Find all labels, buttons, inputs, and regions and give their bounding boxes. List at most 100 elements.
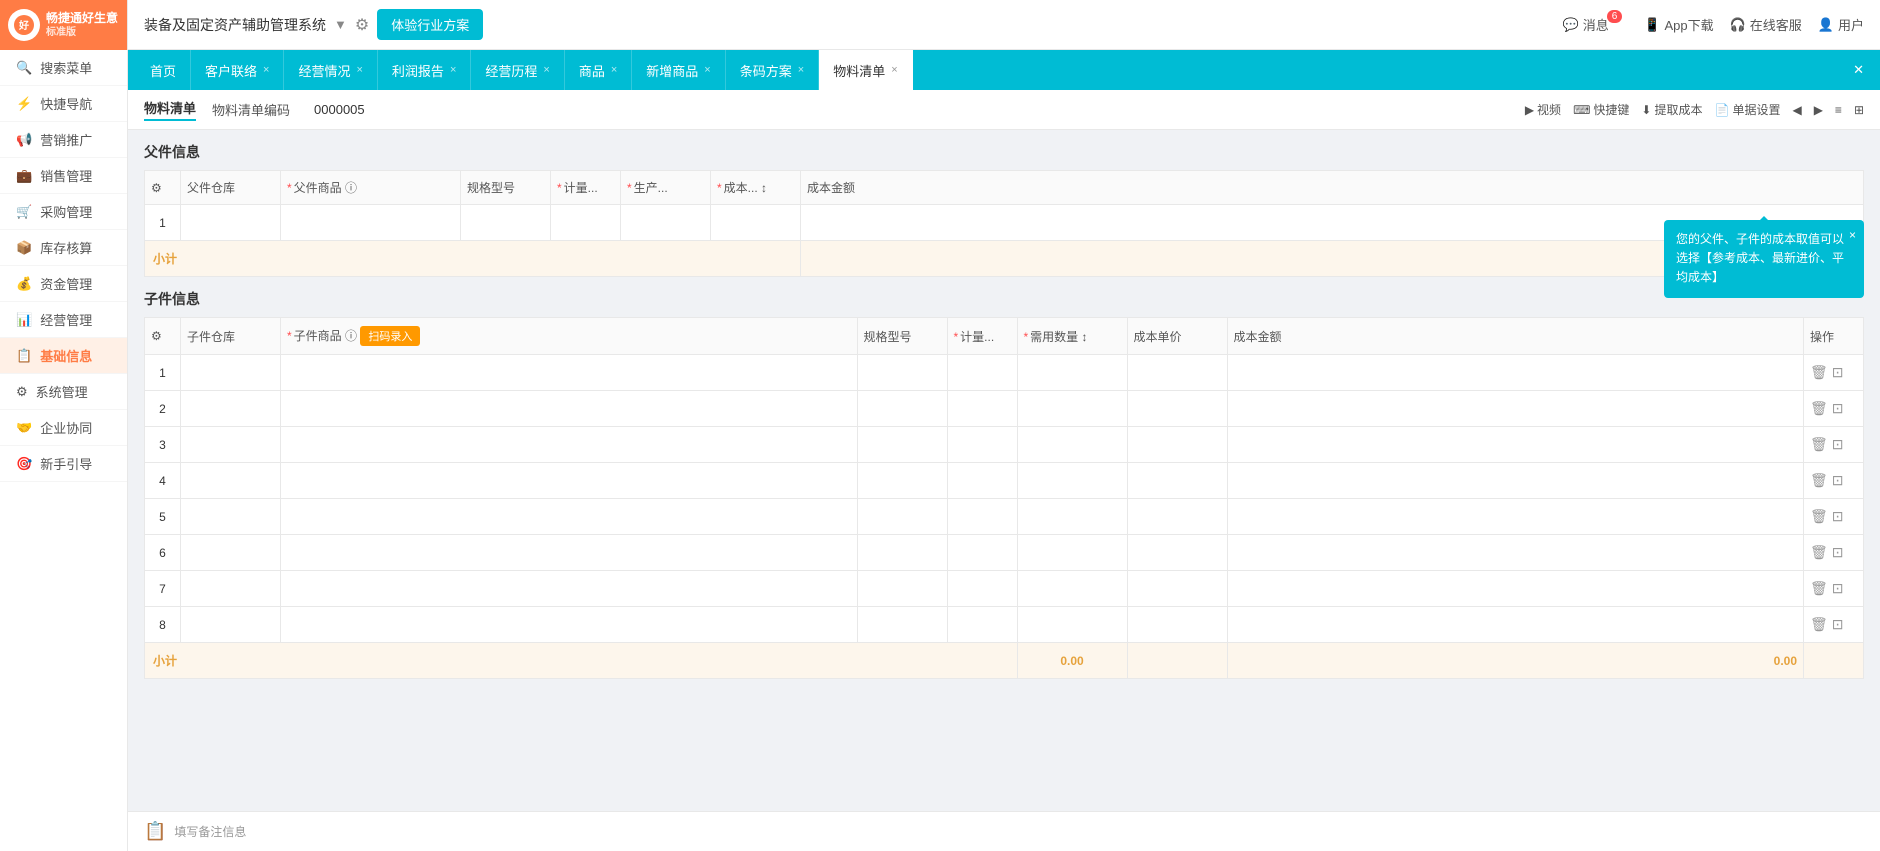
copy-icon-4[interactable]: ⊡ (1832, 472, 1844, 489)
child-qty-8[interactable] (1017, 607, 1127, 643)
child-warehouse-6[interactable] (181, 535, 281, 571)
child-unit-cost-3[interactable] (1127, 427, 1227, 463)
sidebar-item-marketing[interactable]: 📢 营销推广 (0, 122, 127, 158)
child-unit-4[interactable] (947, 463, 1017, 499)
child-qty-6[interactable] (1017, 535, 1127, 571)
child-unit-8[interactable] (947, 607, 1017, 643)
sidebar-item-sales[interactable]: 💼 销售管理 (0, 158, 127, 194)
child-unit-1[interactable] (947, 355, 1017, 391)
child-warehouse-7[interactable] (181, 571, 281, 607)
child-warehouse-1[interactable] (181, 355, 281, 391)
delete-icon-6[interactable]: 🗑 (1810, 544, 1828, 561)
child-unit-cost-7[interactable] (1127, 571, 1227, 607)
online-service-item[interactable]: 🎧 在线客服 (1730, 15, 1802, 34)
sidebar-item-operation[interactable]: 📊 经营管理 (0, 302, 127, 338)
child-product-5[interactable] (281, 499, 858, 535)
child-qty-3[interactable] (1017, 427, 1127, 463)
child-qty-4[interactable] (1017, 463, 1127, 499)
tab-home[interactable]: 首页 (136, 50, 191, 90)
copy-icon-8[interactable]: ⊡ (1832, 616, 1844, 633)
tab-close-goods[interactable]: × (611, 64, 617, 76)
tab-close-bom[interactable]: × (891, 64, 897, 76)
child-product-3[interactable] (281, 427, 858, 463)
tab-barcode[interactable]: 条码方案 × (726, 50, 819, 90)
nav-prev-btn[interactable]: ◀ (1792, 103, 1801, 117)
child-unit-7[interactable] (947, 571, 1017, 607)
parent-spec-1[interactable] (461, 205, 551, 241)
child-spec-2[interactable] (857, 391, 947, 427)
child-unit-cost-2[interactable] (1127, 391, 1227, 427)
copy-icon-7[interactable]: ⊡ (1832, 580, 1844, 597)
child-spec-1[interactable] (857, 355, 947, 391)
settings-icon[interactable]: ⚙ (355, 15, 369, 35)
child-spec-3[interactable] (857, 427, 947, 463)
messages-item[interactable]: 💬 消息 6 (1563, 15, 1629, 34)
shortcut-action[interactable]: ⌨ 快捷键 (1573, 101, 1629, 118)
delete-icon-8[interactable]: 🗑 (1810, 616, 1828, 633)
sidebar-item-basic[interactable]: 📋 基础信息 (0, 338, 127, 374)
child-product-8[interactable] (281, 607, 858, 643)
child-unit-cost-1[interactable] (1127, 355, 1227, 391)
child-spec-5[interactable] (857, 499, 947, 535)
child-warehouse-3[interactable] (181, 427, 281, 463)
child-qty-2[interactable] (1017, 391, 1127, 427)
copy-icon-5[interactable]: ⊡ (1832, 508, 1844, 525)
child-product-2[interactable] (281, 391, 858, 427)
tab-new-goods[interactable]: 新增商品 × (632, 50, 725, 90)
tab-history[interactable]: 经营历程 × (471, 50, 564, 90)
delete-icon-7[interactable]: 🗑 (1810, 580, 1828, 597)
delete-icon-5[interactable]: 🗑 (1810, 508, 1828, 525)
parent-produce-1[interactable] (621, 205, 711, 241)
child-warehouse-8[interactable] (181, 607, 281, 643)
parent-product-1[interactable] (281, 205, 461, 241)
child-spec-7[interactable] (857, 571, 947, 607)
tab-customer[interactable]: 客户联络 × (191, 50, 284, 90)
tab-profit[interactable]: 利润报告 × (378, 50, 471, 90)
tab-bom[interactable]: 物料清单 × (819, 50, 912, 90)
sidebar-item-search[interactable]: 🔍 搜索菜单 (0, 50, 127, 86)
sidebar-item-purchase[interactable]: 🛒 采购管理 (0, 194, 127, 230)
sidebar-item-inventory[interactable]: 📦 库存核算 (0, 230, 127, 266)
child-unit-cost-4[interactable] (1127, 463, 1227, 499)
close-tab-btn[interactable]: ✕ (1845, 62, 1872, 78)
child-product-7[interactable] (281, 571, 858, 607)
copy-icon-2[interactable]: ⊡ (1832, 400, 1844, 417)
sidebar-item-guide[interactable]: 🎯 新手引导 (0, 446, 127, 482)
child-qty-5[interactable] (1017, 499, 1127, 535)
tab-close-ops[interactable]: × (356, 64, 362, 76)
sidebar-item-quicknav[interactable]: ⚡ 快捷导航 (0, 86, 127, 122)
child-unit-3[interactable] (947, 427, 1017, 463)
child-product-6[interactable] (281, 535, 858, 571)
child-unit-5[interactable] (947, 499, 1017, 535)
system-dropdown-icon[interactable]: ▼ (334, 17, 347, 32)
parent-cost-1[interactable] (711, 205, 801, 241)
tab-close-new-goods[interactable]: × (704, 64, 710, 76)
tab-close-history[interactable]: × (543, 64, 549, 76)
child-unit-cost-6[interactable] (1127, 535, 1227, 571)
delete-icon-3[interactable]: 🗑 (1810, 436, 1828, 453)
child-unit-2[interactable] (947, 391, 1017, 427)
sidebar-item-finance[interactable]: 💰 资金管理 (0, 266, 127, 302)
single-settings-action[interactable]: 📄 单据设置 (1714, 101, 1780, 118)
delete-icon-1[interactable]: 🗑 (1810, 364, 1828, 381)
child-spec-6[interactable] (857, 535, 947, 571)
child-unit-cost-8[interactable] (1127, 607, 1227, 643)
child-product-1[interactable] (281, 355, 858, 391)
expand-btn[interactable]: ⊞ (1854, 103, 1864, 117)
trial-btn[interactable]: 体验行业方案 (377, 9, 483, 40)
tab-close-customer[interactable]: × (263, 64, 269, 76)
copy-icon-3[interactable]: ⊡ (1832, 436, 1844, 453)
child-unit-6[interactable] (947, 535, 1017, 571)
sidebar-item-system[interactable]: ⚙ 系统管理 (0, 374, 127, 410)
view-action[interactable]: ▶ 视频 (1525, 101, 1561, 118)
copy-icon-6[interactable]: ⊡ (1832, 544, 1844, 561)
child-qty-7[interactable] (1017, 571, 1127, 607)
tooltip-close-btn[interactable]: × (1849, 226, 1856, 245)
parent-warehouse-1[interactable] (181, 205, 281, 241)
tab-goods[interactable]: 商品 × (565, 50, 632, 90)
nav-next-btn[interactable]: ▶ (1814, 103, 1823, 117)
delete-icon-2[interactable]: 🗑 (1810, 400, 1828, 417)
breadcrumb-bom[interactable]: 物料清单 (144, 98, 196, 121)
user-item[interactable]: 👤 用户 (1818, 15, 1864, 34)
child-spec-8[interactable] (857, 607, 947, 643)
